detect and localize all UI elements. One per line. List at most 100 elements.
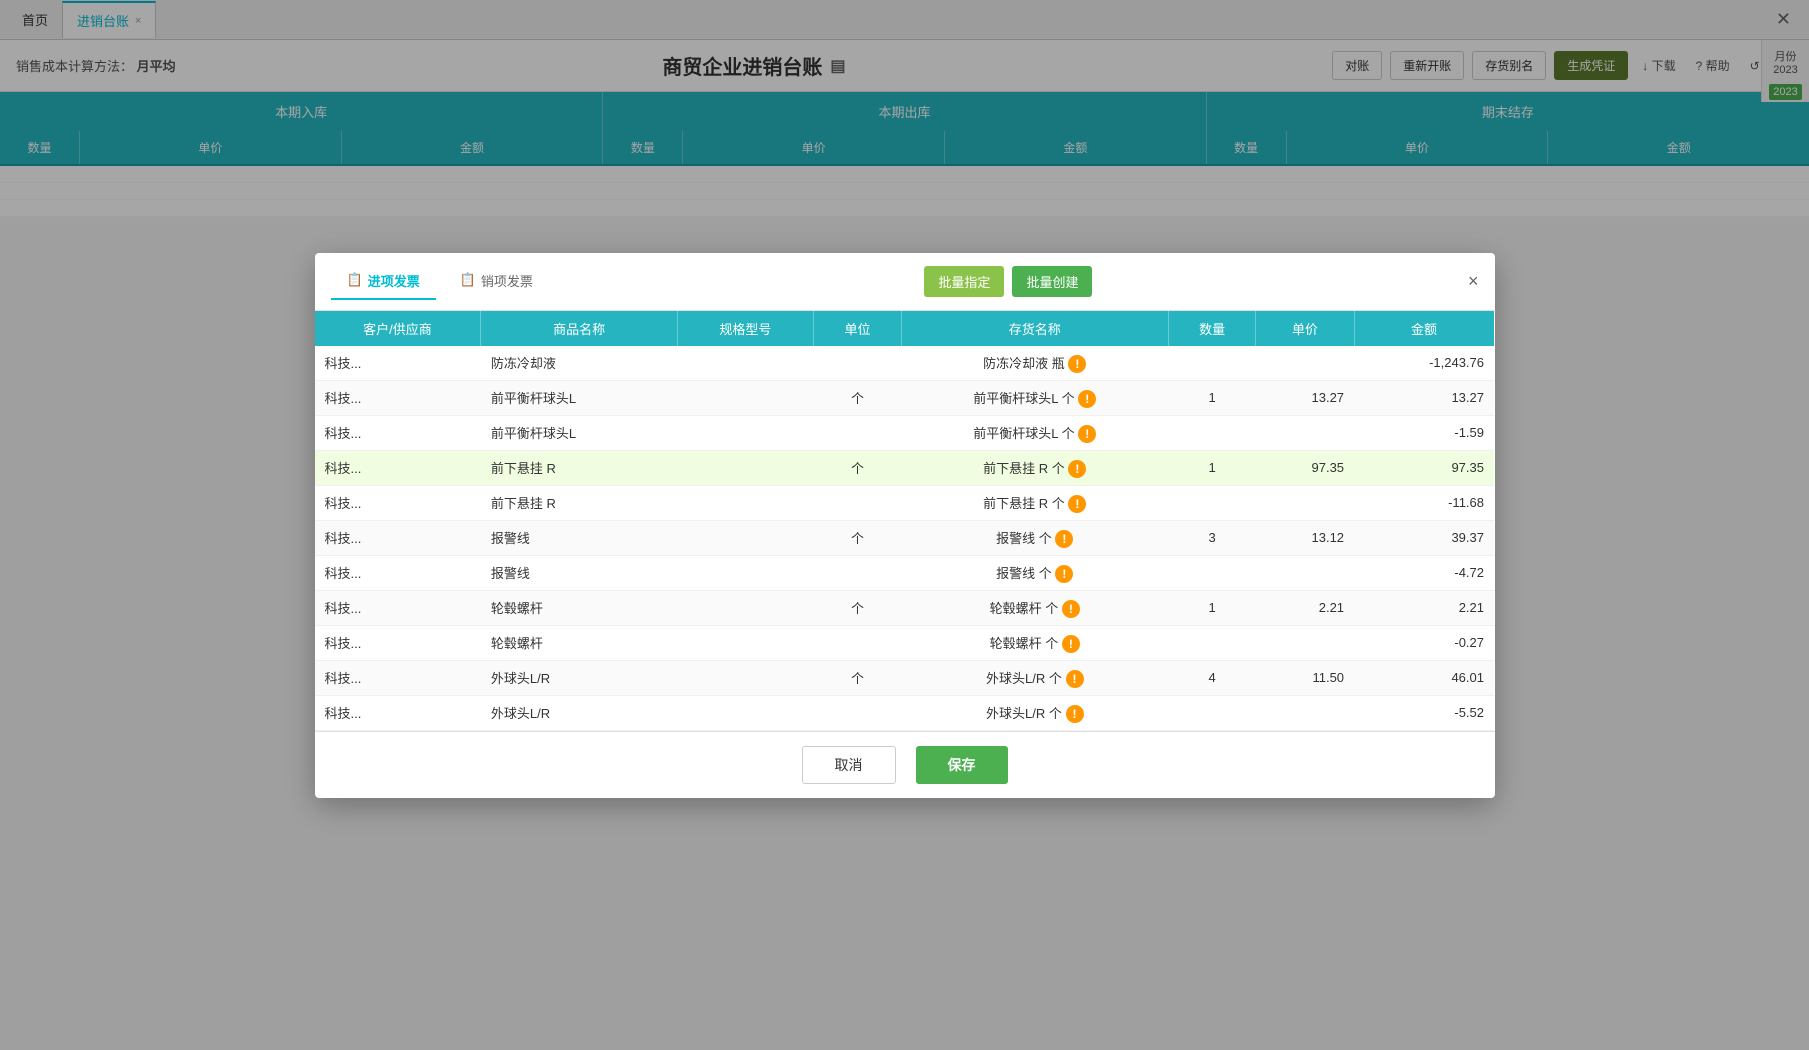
product-name-cell: 前下悬挂 R	[481, 485, 677, 520]
batch-assign-button[interactable]: 批量指定	[924, 266, 1004, 297]
amount-cell: -1.59	[1354, 415, 1494, 450]
supplier-cell: 科技...	[315, 660, 481, 695]
spec-cell	[677, 485, 813, 520]
spec-cell	[677, 660, 813, 695]
unit-cell: 个	[814, 660, 902, 695]
inventory-name-cell: 报警线 个 !	[901, 555, 1168, 590]
tab-sales-label: 销项发票	[481, 271, 533, 290]
sales-icon: 📋	[460, 272, 476, 288]
unit-price-cell: 2.21	[1256, 590, 1354, 625]
unit-price-cell: 11.50	[1256, 660, 1354, 695]
th-supplier: 客户/供应商	[315, 311, 481, 346]
product-name-cell: 外球头L/R	[481, 695, 677, 730]
qty-cell	[1168, 625, 1256, 660]
warn-icon[interactable]: !	[1055, 565, 1073, 583]
warn-icon[interactable]: !	[1062, 600, 1080, 618]
table-row[interactable]: 科技...前平衡杆球头L 前平衡杆球头L 个 ! -1.59	[315, 415, 1495, 450]
spec-cell	[677, 590, 813, 625]
inventory-name-cell: 前下悬挂 R 个 !	[901, 450, 1168, 485]
modal-close-button[interactable]: ×	[1468, 272, 1479, 290]
product-name-cell: 前下悬挂 R	[481, 450, 677, 485]
unit-cell	[814, 625, 902, 660]
inventory-name-cell: 报警线 个 !	[901, 520, 1168, 555]
amount-cell: 2.21	[1354, 590, 1494, 625]
table-row[interactable]: 科技...轮毂螺杆个轮毂螺杆 个 !12.212.21	[315, 590, 1495, 625]
unit-price-cell: 13.27	[1256, 380, 1354, 415]
cancel-button[interactable]: 取消	[802, 746, 896, 784]
supplier-cell: 科技...	[315, 450, 481, 485]
inventory-name-cell: 轮毂螺杆 个 !	[901, 625, 1168, 660]
unit-cell	[814, 415, 902, 450]
unit-cell	[814, 555, 902, 590]
th-unit: 单位	[814, 311, 902, 346]
amount-cell: -4.72	[1354, 555, 1494, 590]
unit-cell	[814, 346, 902, 381]
invoice-table: 客户/供应商 商品名称 规格型号 单位 存货名称 数量 单价 金额 科技...防…	[315, 311, 1495, 731]
unit-price-cell: 97.35	[1256, 450, 1354, 485]
qty-cell: 1	[1168, 380, 1256, 415]
product-name-cell: 前平衡杆球头L	[481, 380, 677, 415]
table-row[interactable]: 科技...轮毂螺杆轮毂螺杆 个 !-0.27	[315, 625, 1495, 660]
warn-icon[interactable]: !	[1068, 460, 1086, 478]
tab-purchase-invoice[interactable]: 📋 进项发票	[331, 263, 436, 300]
warn-icon[interactable]: !	[1068, 355, 1086, 373]
table-row[interactable]: 科技...前下悬挂 R前下悬挂 R 个 !-11.68	[315, 485, 1495, 520]
unit-cell: 个	[814, 520, 902, 555]
warn-icon[interactable]: !	[1078, 390, 1096, 408]
table-row[interactable]: 科技...报警线个报警线 个 !313.1239.37	[315, 520, 1495, 555]
spec-cell	[677, 625, 813, 660]
unit-cell	[814, 485, 902, 520]
table-row[interactable]: 科技...防冻冷却液防冻冷却液 瓶 !-1,243.76	[315, 346, 1495, 381]
supplier-cell: 科技...	[315, 520, 481, 555]
modal-table[interactable]: 客户/供应商 商品名称 规格型号 单位 存货名称 数量 单价 金额 科技...防…	[315, 311, 1495, 731]
qty-cell	[1168, 485, 1256, 520]
unit-price-cell	[1256, 695, 1354, 730]
product-name-cell: 轮毂螺杆	[481, 625, 677, 660]
qty-cell: 1	[1168, 590, 1256, 625]
batch-create-button[interactable]: 批量创建	[1012, 266, 1092, 297]
supplier-cell: 科技...	[315, 346, 481, 381]
save-button[interactable]: 保存	[916, 746, 1008, 784]
amount-cell: -0.27	[1354, 625, 1494, 660]
supplier-cell: 科技...	[315, 590, 481, 625]
modal-header: 📋 进项发票 📋 销项发票 批量指定 批量创建 ×	[315, 253, 1495, 311]
table-row[interactable]: 科技...外球头L/R外球头L/R 个 !-5.52	[315, 695, 1495, 730]
inventory-name-cell: 前平衡杆球头L 个 !	[901, 415, 1168, 450]
supplier-cell: 科技...	[315, 415, 481, 450]
warn-icon[interactable]: !	[1078, 425, 1096, 443]
spec-cell	[677, 555, 813, 590]
spec-cell	[677, 415, 813, 450]
inventory-name-cell: 防冻冷却液 瓶 !	[901, 346, 1168, 381]
inventory-name-cell: 前平衡杆球头L 个 !	[901, 380, 1168, 415]
spec-cell	[677, 346, 813, 381]
modal-header-actions: 批量指定 批量创建	[924, 266, 1092, 297]
amount-cell: 97.35	[1354, 450, 1494, 485]
tab-sales-invoice[interactable]: 📋 销项发票	[444, 263, 549, 300]
spec-cell	[677, 380, 813, 415]
qty-cell	[1168, 555, 1256, 590]
inventory-name-cell: 前下悬挂 R 个 !	[901, 485, 1168, 520]
table-row[interactable]: 科技...前下悬挂 R个前下悬挂 R 个 !197.3597.35	[315, 450, 1495, 485]
th-inventory-name: 存货名称	[901, 311, 1168, 346]
product-name-cell: 报警线	[481, 555, 677, 590]
table-row[interactable]: 科技...前平衡杆球头L个前平衡杆球头L 个 !113.2713.27	[315, 380, 1495, 415]
warn-icon[interactable]: !	[1055, 530, 1073, 548]
warn-icon[interactable]: !	[1068, 495, 1086, 513]
unit-cell: 个	[814, 380, 902, 415]
warn-icon[interactable]: !	[1066, 670, 1084, 688]
th-spec: 规格型号	[677, 311, 813, 346]
table-row[interactable]: 科技...报警线报警线 个 !-4.72	[315, 555, 1495, 590]
warn-icon[interactable]: !	[1066, 705, 1084, 723]
table-row[interactable]: 科技...外球头L/R个外球头L/R 个 !411.5046.01	[315, 660, 1495, 695]
product-name-cell: 前平衡杆球头L	[481, 415, 677, 450]
warn-icon[interactable]: !	[1062, 635, 1080, 653]
qty-cell	[1168, 695, 1256, 730]
unit-cell: 个	[814, 590, 902, 625]
amount-cell: 13.27	[1354, 380, 1494, 415]
supplier-cell: 科技...	[315, 380, 481, 415]
product-name-cell: 外球头L/R	[481, 660, 677, 695]
th-unit-price: 单价	[1256, 311, 1354, 346]
amount-cell: -5.52	[1354, 695, 1494, 730]
th-amount: 金额	[1354, 311, 1494, 346]
th-product-name: 商品名称	[481, 311, 677, 346]
